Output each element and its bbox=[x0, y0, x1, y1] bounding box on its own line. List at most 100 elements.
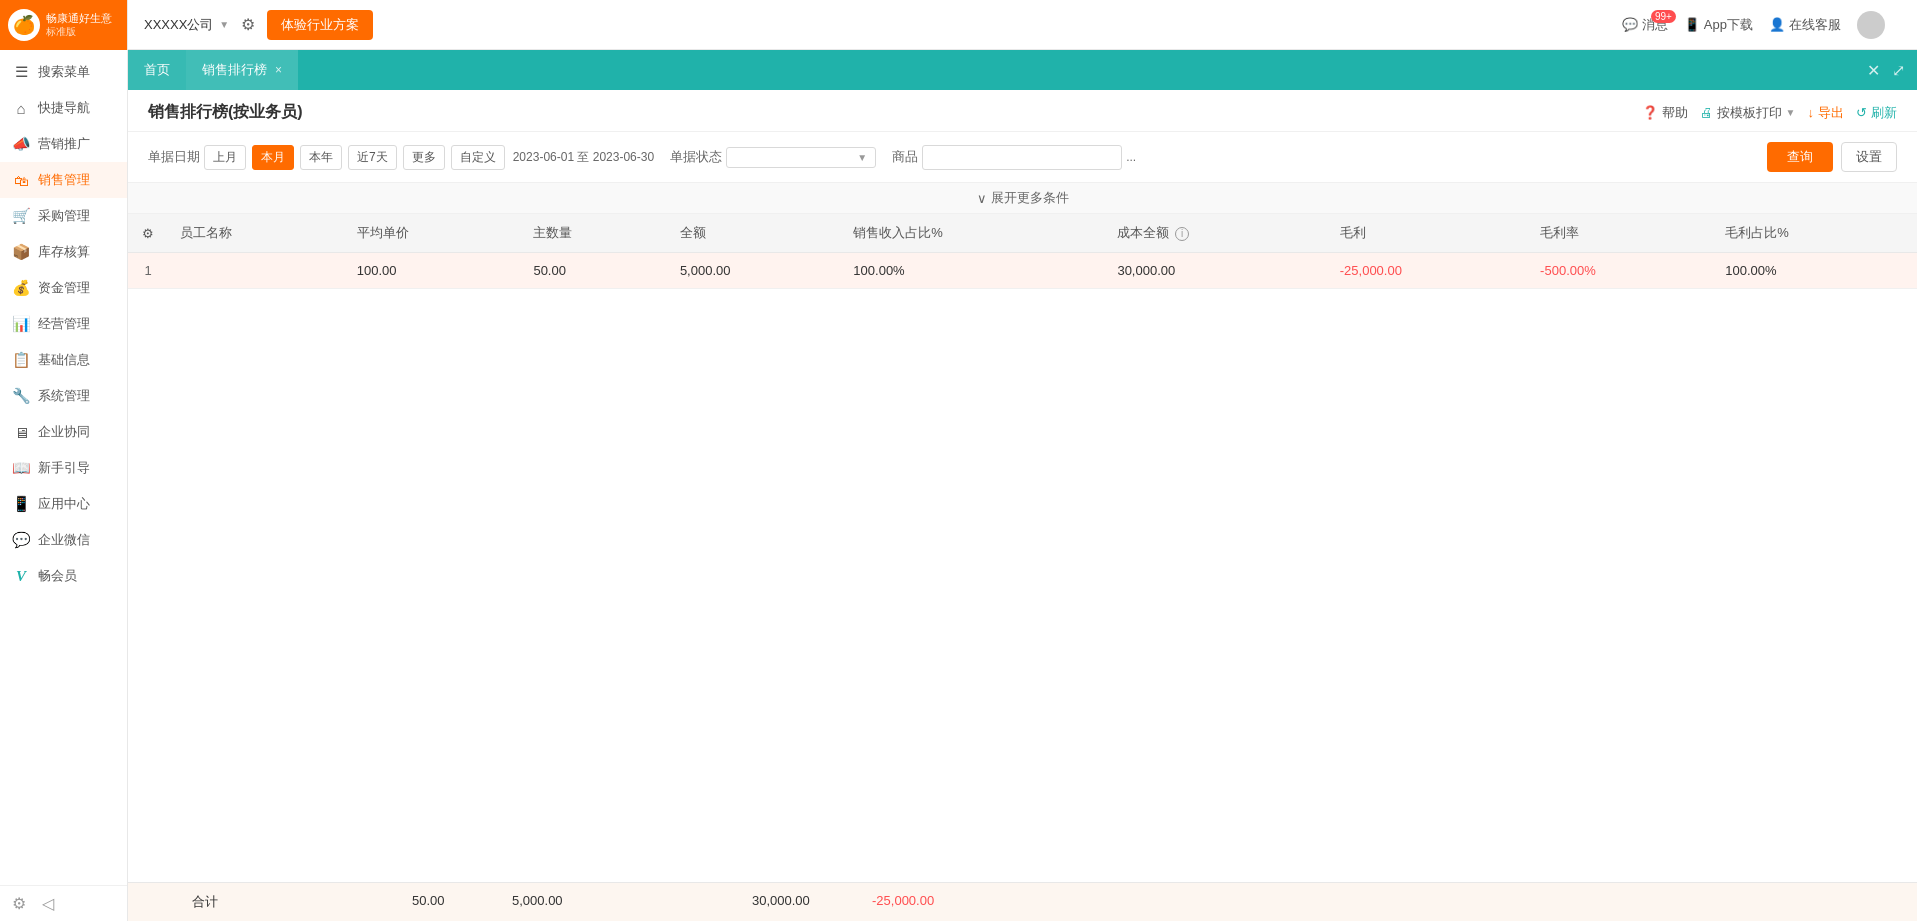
table-container: ⚙ 员工名称 平均单价 主数量 全额 销售收入占比% 成本全额 i 毛利 毛利率 bbox=[128, 214, 1917, 882]
sidebar-item-system[interactable]: 🔧 系统管理 bbox=[0, 378, 127, 414]
sidebar-item-operation[interactable]: 📊 经营管理 bbox=[0, 306, 127, 342]
query-button[interactable]: 查询 bbox=[1767, 142, 1833, 172]
goods-filter-label: 商品 bbox=[892, 148, 918, 166]
sidebar-settings-icon[interactable]: ⚙ bbox=[12, 894, 26, 913]
filter-settings-button[interactable]: 设置 bbox=[1841, 142, 1897, 172]
sidebar-item-label-system: 系统管理 bbox=[38, 387, 90, 405]
expand-conditions-button[interactable]: ∨ 展开更多条件 bbox=[977, 189, 1069, 207]
app-edition: 标准版 bbox=[46, 25, 112, 39]
sidebar-collapse-icon[interactable]: ◁ bbox=[42, 894, 54, 913]
footer-cost: 30,000.00 bbox=[740, 893, 860, 911]
footer-label: 合计 bbox=[180, 893, 300, 911]
close-all-tabs-icon[interactable]: ✕ bbox=[1867, 61, 1880, 80]
sidebar-item-app-center[interactable]: 📱 应用中心 bbox=[0, 486, 127, 522]
help-icon: ❓ bbox=[1642, 105, 1658, 120]
operation-icon: 📊 bbox=[12, 315, 30, 333]
logo-text-block: 畅康通好生意 标准版 bbox=[46, 11, 112, 39]
status-select-arrow-icon: ▼ bbox=[857, 152, 867, 163]
message-button[interactable]: 💬 消息 99+ bbox=[1622, 16, 1668, 34]
vip-icon: V bbox=[12, 568, 30, 585]
sidebar-item-sales[interactable]: 🛍 销售管理 bbox=[0, 162, 127, 198]
app-download-button[interactable]: 📱 App下载 bbox=[1684, 16, 1753, 34]
date-btn-custom[interactable]: 自定义 bbox=[451, 145, 505, 170]
sidebar-item-enterprise[interactable]: 🖥 企业协同 bbox=[0, 414, 127, 450]
sidebar-item-label-operation: 经营管理 bbox=[38, 315, 90, 333]
sidebar-item-inventory[interactable]: 📦 库存核算 bbox=[0, 234, 127, 270]
goods-input[interactable] bbox=[922, 145, 1122, 170]
header-bar: XXXXX公司 ▼ ⚙ 体验行业方案 💬 消息 99+ 📱 App下载 👤 在线… bbox=[128, 0, 1917, 50]
header-settings-icon[interactable]: ⚙ bbox=[241, 15, 255, 34]
print-button[interactable]: 🖨 按模板打印 ▼ bbox=[1700, 104, 1796, 122]
sidebar-item-wechat[interactable]: 💬 企业微信 bbox=[0, 522, 127, 558]
sidebar-item-finance[interactable]: 💰 资金管理 bbox=[0, 270, 127, 306]
sidebar-item-purchase[interactable]: 🛒 采购管理 bbox=[0, 198, 127, 234]
enterprise-icon: 🖥 bbox=[12, 424, 30, 441]
company-selector[interactable]: XXXXX公司 ▼ bbox=[144, 16, 229, 34]
tab-home-label: 首页 bbox=[144, 61, 170, 79]
col-amount-header: 全额 bbox=[668, 214, 841, 253]
print-label: 按模板打印 bbox=[1717, 104, 1782, 122]
message-icon: 💬 bbox=[1622, 17, 1638, 32]
table-header-row: ⚙ 员工名称 平均单价 主数量 全额 销售收入占比% 成本全额 i 毛利 毛利率 bbox=[128, 214, 1917, 253]
cell-amount: 5,000.00 bbox=[668, 253, 841, 289]
try-industry-button[interactable]: 体验行业方案 bbox=[267, 10, 373, 40]
page-title: 销售排行榜(按业务员) bbox=[148, 102, 303, 123]
sidebar-item-quick-nav[interactable]: ⌂ 快捷导航 bbox=[0, 90, 127, 126]
cell-avg-price: 100.00 bbox=[345, 253, 522, 289]
col-settings-header[interactable]: ⚙ bbox=[128, 214, 168, 253]
export-icon: ↓ bbox=[1808, 105, 1815, 120]
date-btn-more[interactable]: 更多 bbox=[403, 145, 445, 170]
sidebar-item-vip[interactable]: V 畅会员 bbox=[0, 558, 127, 594]
system-icon: 🔧 bbox=[12, 387, 30, 405]
date-btn-this-month[interactable]: 本月 bbox=[252, 145, 294, 170]
filter-bar: 单据日期 上月 本月 本年 近7天 更多 自定义 2023-06-01 至 20… bbox=[128, 132, 1917, 183]
expand-bar: ∨ 展开更多条件 bbox=[128, 183, 1917, 214]
help-button[interactable]: ❓ 帮助 bbox=[1642, 104, 1688, 122]
status-select-box[interactable]: ▼ bbox=[726, 147, 876, 168]
date-btn-this-year[interactable]: 本年 bbox=[300, 145, 342, 170]
footer-amount: 5,000.00 bbox=[500, 893, 620, 911]
cost-info-icon[interactable]: i bbox=[1175, 227, 1189, 241]
sidebar-item-guide[interactable]: 📖 新手引导 bbox=[0, 450, 127, 486]
online-service-button[interactable]: 👤 在线客服 bbox=[1769, 16, 1841, 34]
col-gross-pct-header: 毛利占比% bbox=[1713, 214, 1917, 253]
cell-cost: 30,000.00 bbox=[1105, 253, 1327, 289]
footer-gross-profit: -25,000.00 bbox=[860, 893, 980, 911]
export-button[interactable]: ↓ 导出 bbox=[1808, 104, 1845, 122]
basic-icon: 📋 bbox=[12, 351, 30, 369]
sidebar-item-marketing[interactable]: 📣 营销推广 bbox=[0, 126, 127, 162]
sidebar-item-label-vip: 畅会员 bbox=[38, 567, 77, 585]
sidebar-item-label-search: 搜索菜单 bbox=[38, 63, 90, 81]
company-dropdown-icon: ▼ bbox=[219, 19, 229, 30]
marketing-icon: 📣 bbox=[12, 135, 30, 153]
service-icon: 👤 bbox=[1769, 17, 1785, 32]
col-qty-header: 主数量 bbox=[521, 214, 667, 253]
tab-close-icon[interactable]: × bbox=[275, 63, 282, 77]
sidebar-item-label-purchase: 采购管理 bbox=[38, 207, 90, 225]
export-label: 导出 bbox=[1818, 104, 1844, 122]
date-btn-7days[interactable]: 近7天 bbox=[348, 145, 397, 170]
col-gross-profit-header: 毛利 bbox=[1328, 214, 1528, 253]
sales-icon: 🛍 bbox=[12, 172, 30, 189]
footer-sales-pct-empty bbox=[620, 893, 740, 911]
sidebar-item-basic[interactable]: 📋 基础信息 bbox=[0, 342, 127, 378]
print-icon: 🖨 bbox=[1700, 105, 1713, 120]
app-download-label: App下载 bbox=[1704, 16, 1753, 34]
company-name: XXXXX公司 bbox=[144, 16, 213, 34]
sidebar-item-label-guide: 新手引导 bbox=[38, 459, 90, 477]
tab-home[interactable]: 首页 bbox=[128, 50, 186, 90]
sidebar-item-search[interactable]: ☰ 搜索菜单 bbox=[0, 54, 127, 90]
restore-window-icon[interactable]: ⤢ bbox=[1892, 61, 1905, 80]
message-badge: 99+ bbox=[1651, 10, 1676, 23]
service-label: 在线客服 bbox=[1789, 16, 1841, 34]
refresh-button[interactable]: ↺ 刷新 bbox=[1856, 104, 1897, 122]
goods-more-icon[interactable]: ... bbox=[1126, 150, 1136, 164]
avatar[interactable] bbox=[1857, 11, 1885, 39]
date-btn-last-month[interactable]: 上月 bbox=[204, 145, 246, 170]
expand-down-icon: ∨ bbox=[977, 191, 987, 206]
refresh-icon: ↺ bbox=[1856, 105, 1867, 120]
sidebar-item-label-wechat: 企业微信 bbox=[38, 531, 90, 549]
tab-sales-ranking[interactable]: 销售排行榜 × bbox=[186, 50, 298, 90]
goods-filter-group: 商品 ... bbox=[892, 145, 1136, 170]
sidebar-item-label-inventory: 库存核算 bbox=[38, 243, 90, 261]
